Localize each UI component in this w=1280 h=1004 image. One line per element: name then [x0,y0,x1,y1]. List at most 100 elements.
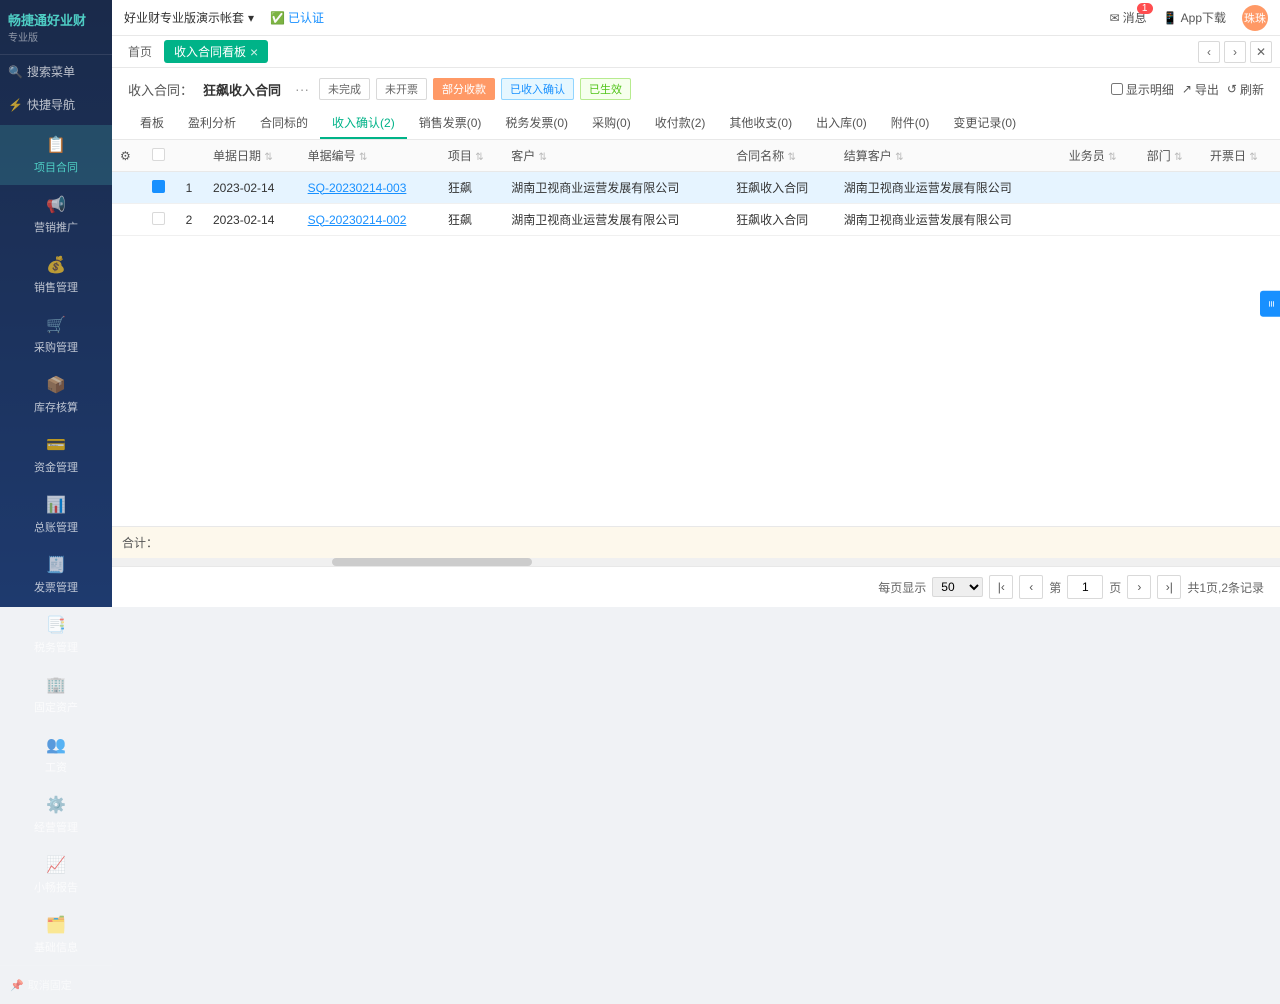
sidebar-item-label: 项目合同 [34,159,78,175]
horizontal-scrollbar[interactable] [112,558,1280,566]
message-button[interactable]: ✉ 1 消息 [1110,9,1147,26]
sidebar-item-project[interactable]: 📋 项目合同 [0,125,112,185]
quick-nav-button[interactable]: ⚡ 快捷导航 [0,88,112,121]
sidebar-item-report[interactable]: 📈 小畅报告 [0,845,112,905]
row-checkbox[interactable] [144,172,173,204]
table-row[interactable]: 2 2023-02-14 SQ-20230214-002 狂飙 湖南卫视商业运营… [112,204,1280,236]
company-name: 好业财专业版演示帐套 [124,9,244,26]
billing-customer-col-header[interactable]: 结算客户 ⇅ [836,140,1061,172]
tab-tax-invoice[interactable]: 税务发票(0) [493,108,580,139]
quick-nav-label: 快捷导航 [27,96,75,113]
prev-page-button[interactable]: ‹ [1019,575,1043,599]
settings-col-header[interactable]: ⚙ [112,140,144,172]
status-tag-uninvoiced[interactable]: 未开票 [376,78,427,100]
show-detail-label: 显示明细 [1126,81,1174,98]
show-detail-button[interactable]: 显示明细 [1111,81,1174,98]
app-download-button[interactable]: 📱 App下载 [1163,9,1226,26]
scrollbar-thumb[interactable] [332,558,532,566]
sidebar-item-tax[interactable]: 📑 税务管理 [0,605,112,665]
tab-attachment[interactable]: 附件(0) [879,108,942,139]
search-menu-button[interactable]: 🔍 搜索菜单 [0,55,112,88]
total-info: 共1页,2条记录 [1187,579,1264,596]
sort-icon: ⇅ [264,152,272,163]
dept-col-header[interactable]: 部门 ⇅ [1139,140,1202,172]
cancel-fixed-button[interactable]: 📌 取消固定 [6,972,106,998]
refresh-button[interactable]: ↺ 刷新 [1227,81,1264,98]
date-col-header[interactable]: 单据日期 ⇅ [205,140,300,172]
tab-next-button[interactable]: › [1224,41,1246,63]
sidebar-item-general[interactable]: 📊 总账管理 [0,485,112,545]
status-tag-effective[interactable]: 已生效 [580,78,631,100]
tab-contract-subject[interactable]: 合同标的 [248,108,320,139]
select-all-checkbox[interactable] [152,148,165,161]
active-tab[interactable]: 收入合同看板 × [164,40,268,63]
status-tag-partial[interactable]: 部分收款 [433,78,495,100]
basic-icon: 🗂️ [46,915,66,935]
last-page-button[interactable]: ›| [1157,575,1181,599]
sidebar-item-purchase[interactable]: 🛒 采购管理 [0,305,112,365]
sort-icon: ⇅ [1174,152,1182,163]
sidebar-item-marketing[interactable]: 📢 营销推广 [0,185,112,245]
contract-col-header[interactable]: 合同名称 ⇅ [728,140,836,172]
tab-prev-button[interactable]: ‹ [1198,41,1220,63]
sidebar-item-capital[interactable]: 💳 资金管理 [0,425,112,485]
tab-close-all-button[interactable]: ✕ [1250,41,1272,63]
project-col-header[interactable]: 项目 ⇅ [440,140,503,172]
tab-other-income[interactable]: 其他收支(0) [717,108,804,139]
sidebar-item-invoice[interactable]: 🧾 发票管理 [0,545,112,605]
status-tag-confirmed[interactable]: 已收入确认 [501,78,574,100]
sidebar-item-label: 经营管理 [34,819,78,835]
tab-sales-invoice[interactable]: 销售发票(0) [407,108,494,139]
first-page-button[interactable]: |‹ [989,575,1013,599]
per-page-select[interactable]: 50 100 200 [932,577,983,597]
row-order-no[interactable]: SQ-20230214-003 [300,172,440,204]
row-order-no[interactable]: SQ-20230214-002 [300,204,440,236]
sidebar-item-label: 工资 [45,759,67,775]
status-tag-incomplete[interactable]: 未完成 [319,78,370,100]
row-date: 2023-02-14 [205,172,300,204]
export-button[interactable]: ↗ 导出 [1182,81,1219,98]
row-checkbox[interactable] [144,204,173,236]
order-no-col-header[interactable]: 单据编号 ⇅ [300,140,440,172]
next-page-button[interactable]: › [1127,575,1151,599]
ops-icon: ⚙️ [46,795,66,815]
sidebar-item-hr[interactable]: 👥 工资 [0,725,112,785]
side-action-button[interactable]: ≡ [1260,290,1280,316]
checkbox-col-header[interactable] [144,140,173,172]
more-icon[interactable]: ··· [295,81,309,97]
contract-name: 狂飙收入合同 [203,80,281,99]
salesperson-col-header[interactable]: 业务员 ⇅ [1061,140,1139,172]
tab-storage[interactable]: 出入库(0) [804,108,879,139]
detail-checkbox[interactable] [1111,83,1123,95]
table-scroll[interactable]: ⚙ 单据日期 ⇅ 单据编号 [112,140,1280,526]
page-input[interactable]: 1 [1067,575,1103,599]
row-date: 2023-02-14 [205,204,300,236]
topbar: 好业财专业版演示帐套 ▾ ✅ 已认证 ✉ 1 消息 📱 App下载 珠珠 [112,0,1280,36]
tab-profit[interactable]: 盈利分析 [176,108,248,139]
home-tab[interactable]: 首页 [120,43,160,60]
customer-col-header[interactable]: 客户 ⇅ [503,140,728,172]
close-tab-button[interactable]: × [250,44,258,60]
sort-icon: ⇅ [895,152,903,163]
sidebar-item-inventory[interactable]: 📦 库存核算 [0,365,112,425]
sidebar-item-label: 营销推广 [34,219,78,235]
purchase-icon: 🛒 [46,315,66,335]
company-selector[interactable]: 好业财专业版演示帐套 ▾ [124,9,254,26]
sidebar-item-ops[interactable]: ⚙️ 经营管理 [0,785,112,845]
sidebar-item-label: 基础信息 [34,939,78,955]
sidebar-item-sales[interactable]: 💰 销售管理 [0,245,112,305]
tab-kanban[interactable]: 看板 [128,108,176,139]
gear-icon[interactable]: ⚙ [120,149,131,163]
sort-icon: ⇅ [359,152,367,163]
invoice-date-col-header[interactable]: 开票日 ⇅ [1202,140,1280,172]
table-row[interactable]: 1 2023-02-14 SQ-20230214-003 狂飙 湖南卫视商业运营… [112,172,1280,204]
sidebar-item-fixed[interactable]: 🏢 固定资产 [0,665,112,725]
sort-icon: ⇅ [1249,152,1257,163]
sort-icon: ⇅ [788,152,796,163]
sidebar-item-basic[interactable]: 🗂️ 基础信息 [0,905,112,965]
tab-payment[interactable]: 收付款(2) [643,108,718,139]
user-avatar[interactable]: 珠珠 [1242,5,1268,31]
tab-change-log[interactable]: 变更记录(0) [941,108,1028,139]
tab-purchase[interactable]: 采购(0) [580,108,643,139]
tab-revenue-confirm[interactable]: 收入确认(2) [320,108,407,139]
